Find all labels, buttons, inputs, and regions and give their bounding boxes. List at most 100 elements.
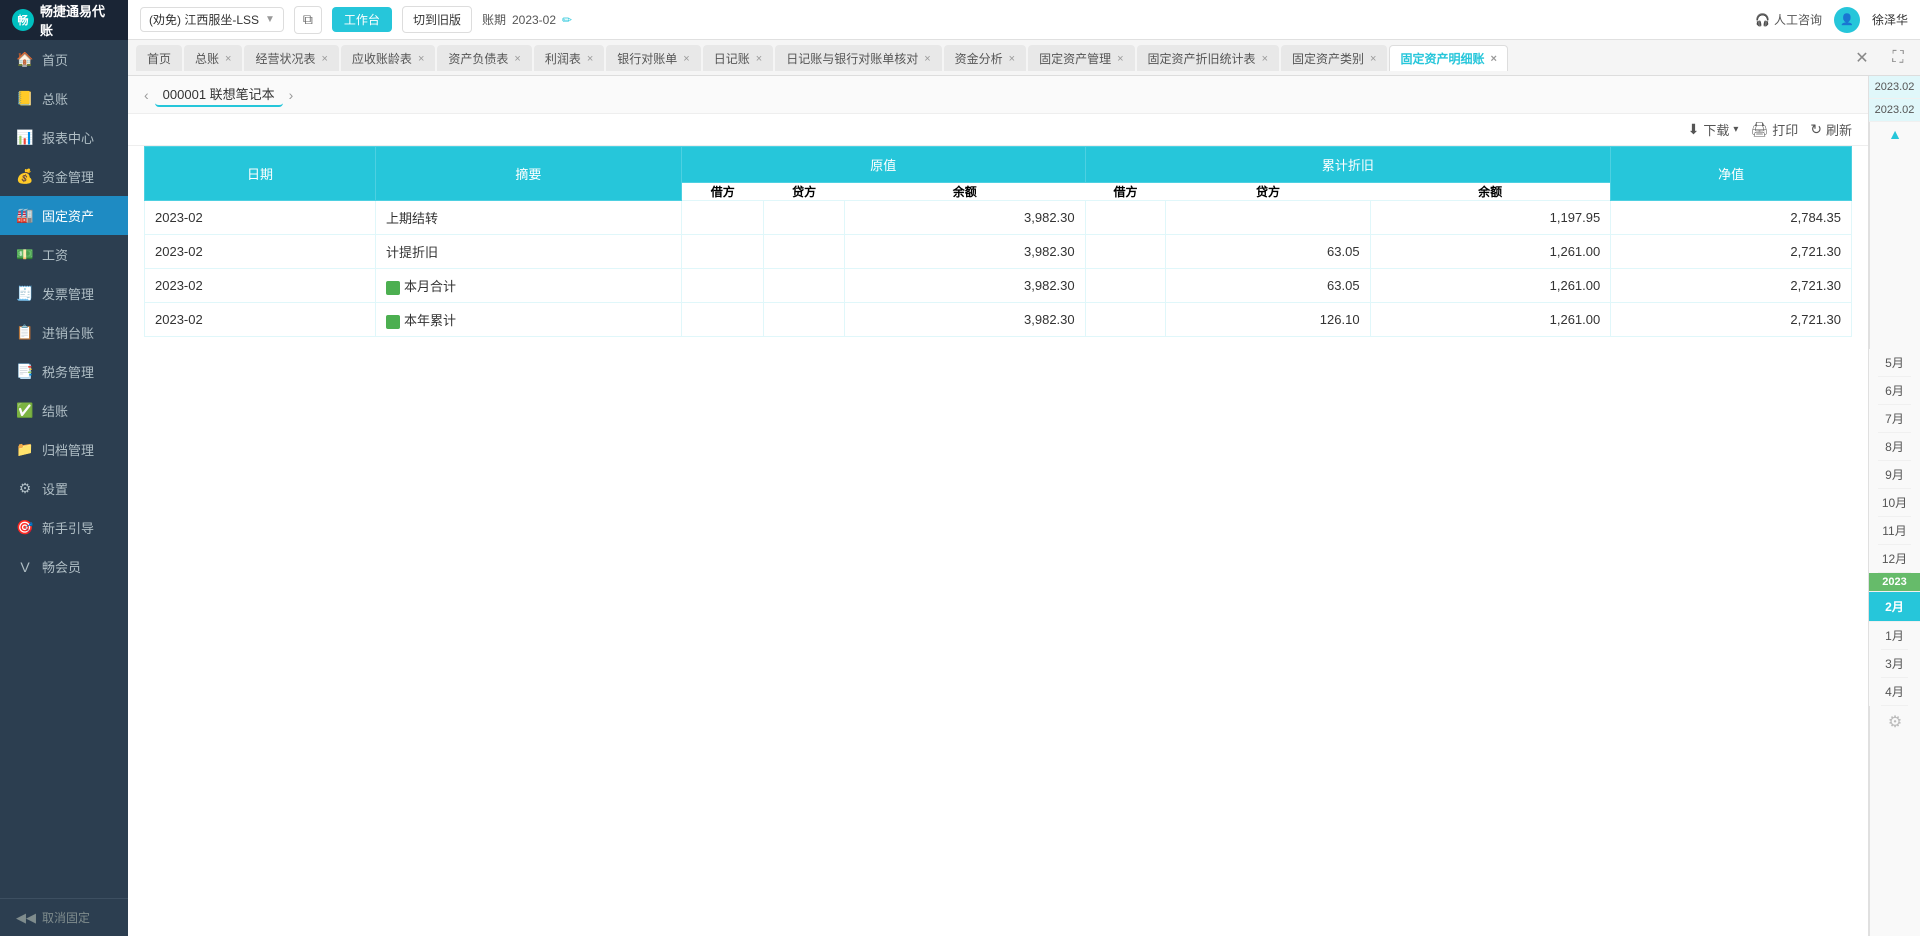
cell-balance1: 3,982.30 bbox=[844, 201, 1085, 235]
sidebar-item-fixed_assets[interactable]: 🏭固定资产 bbox=[0, 196, 128, 235]
tab-fund_analysis[interactable]: 资金分析× bbox=[944, 45, 1026, 71]
cell-credit1 bbox=[764, 269, 845, 303]
period-month-7月[interactable]: 7月 bbox=[1878, 405, 1911, 433]
period-month-8月[interactable]: 8月 bbox=[1878, 433, 1911, 461]
sidebar-item-payroll[interactable]: 💵工资 bbox=[0, 235, 128, 274]
tabbar-right-buttons: ✕ ⛶ bbox=[1848, 44, 1912, 72]
sidebar-item-settle[interactable]: ✅结账 bbox=[0, 391, 128, 430]
period-month-10月[interactable]: 10月 bbox=[1878, 489, 1911, 517]
expand-tab-icon[interactable]: ⛶ bbox=[1884, 44, 1912, 72]
company-selector[interactable]: (劝免) 江西服坐-LSS ▼ bbox=[140, 7, 284, 32]
period-nav-top2[interactable]: 2023.02 bbox=[1869, 99, 1920, 122]
sidebar-item-settings[interactable]: ⚙设置 bbox=[0, 469, 128, 508]
cell-summary: 本年累计 bbox=[375, 303, 681, 337]
tab-general[interactable]: 总账× bbox=[184, 45, 242, 71]
edit-icon[interactable]: ✏ bbox=[562, 13, 572, 27]
tab-close-assets[interactable]: × bbox=[514, 53, 520, 65]
up-arrow-icon[interactable]: ▲ bbox=[1869, 122, 1920, 349]
sidebar-label-home: 首页 bbox=[42, 50, 68, 69]
tab-bank[interactable]: 银行对账单× bbox=[606, 45, 700, 71]
customer-service-button[interactable]: 🎧 人工咨询 bbox=[1755, 11, 1822, 28]
chevron-down-icon: ▾ bbox=[1733, 124, 1738, 135]
period-month-12月[interactable]: 12月 bbox=[1878, 545, 1911, 573]
tab-status[interactable]: 经营状况表× bbox=[244, 45, 338, 71]
tab-journal[interactable]: 日记账× bbox=[703, 45, 773, 71]
tab-fa_mgmt[interactable]: 固定资产管理× bbox=[1028, 45, 1134, 71]
sidebar-label-vip: 畅会员 bbox=[42, 557, 81, 576]
sidebar-item-archive[interactable]: 📁归档管理 bbox=[0, 430, 128, 469]
refresh-button[interactable]: ↻ 刷新 bbox=[1810, 120, 1852, 139]
sidebar-label-newbie: 新手引导 bbox=[42, 518, 94, 537]
current-month[interactable]: 2月 bbox=[1869, 592, 1920, 622]
nav-back-icon[interactable]: ‹ bbox=[144, 87, 149, 103]
sidebar-item-newbie[interactable]: 🎯新手引导 bbox=[0, 508, 128, 547]
tab-close-fa_depr[interactable]: × bbox=[1262, 53, 1268, 65]
period-month-9月[interactable]: 9月 bbox=[1878, 461, 1911, 489]
tab-close-fa_detail[interactable]: × bbox=[1490, 53, 1496, 65]
download-button[interactable]: ⬇ 下载 ▾ bbox=[1688, 120, 1739, 139]
tab-close-bank[interactable]: × bbox=[683, 53, 689, 65]
avatar: 👤 bbox=[1834, 7, 1860, 33]
refresh-label: 刷新 bbox=[1826, 120, 1852, 139]
download-icon: ⬇ bbox=[1688, 121, 1700, 138]
period-nav-top1[interactable]: 2023.02 bbox=[1869, 76, 1920, 99]
cell-date: 2023-02 bbox=[145, 235, 376, 269]
tab-journal_bank[interactable]: 日记账与银行对账单核对× bbox=[775, 45, 941, 71]
settings-icon[interactable]: ⚙ bbox=[1869, 706, 1920, 936]
tab-close-fund_analysis[interactable]: × bbox=[1009, 53, 1015, 65]
tab-profit[interactable]: 利润表× bbox=[534, 45, 604, 71]
nav-forward-icon[interactable]: › bbox=[289, 87, 294, 103]
copy-icon[interactable]: ⧉ bbox=[294, 6, 322, 34]
tab-close-general[interactable]: × bbox=[225, 53, 231, 65]
tab-fa_depr[interactable]: 固定资产折旧统计表× bbox=[1137, 45, 1279, 71]
print-button[interactable]: 🖨 打印 bbox=[1750, 120, 1798, 139]
chevron-down-icon: ▼ bbox=[265, 14, 275, 25]
cell-credit1 bbox=[764, 303, 845, 337]
sidebar-label-payroll: 工资 bbox=[42, 245, 68, 264]
tab-fa_category[interactable]: 固定资产类别× bbox=[1281, 45, 1387, 71]
col-debit2: 借方 bbox=[1085, 183, 1166, 201]
switch-button[interactable]: 切到旧版 bbox=[402, 6, 472, 33]
tab-close-receivable[interactable]: × bbox=[418, 53, 424, 65]
sidebar-item-general[interactable]: 📒总账 bbox=[0, 79, 128, 118]
unpin-button[interactable]: ◀◀ 取消固定 bbox=[0, 898, 128, 936]
sidebar-item-capital[interactable]: 💰资金管理 bbox=[0, 157, 128, 196]
sidebar-label-sales: 进销台账 bbox=[42, 323, 94, 342]
detail-table: 日期 摘要 原值 累计折旧 净值 借方 贷方 余额 借方 贷方 余额 bbox=[144, 146, 1852, 337]
close-tab-icon[interactable]: ✕ bbox=[1848, 44, 1876, 72]
period-month-after-1月[interactable]: 1月 bbox=[1881, 622, 1908, 650]
tabbar: 首页总账×经营状况表×应收账龄表×资产负债表×利润表×银行对账单×日记账×日记账… bbox=[128, 40, 1920, 76]
action-bar: ⬇ 下载 ▾ 🖨 打印 ↻ 刷新 bbox=[128, 114, 1868, 146]
workbench-button[interactable]: 工作台 bbox=[332, 7, 392, 32]
sidebar-label-invoice: 发票管理 bbox=[42, 284, 94, 303]
tab-close-journal_bank[interactable]: × bbox=[924, 53, 930, 65]
sidebar-item-invoice[interactable]: 🧾发票管理 bbox=[0, 274, 128, 313]
tab-home[interactable]: 首页 bbox=[136, 45, 182, 71]
tab-fa_detail[interactable]: 固定资产明细账× bbox=[1389, 45, 1507, 71]
period-month-11月[interactable]: 11月 bbox=[1878, 517, 1911, 545]
tab-close-journal[interactable]: × bbox=[756, 53, 762, 65]
period-label: 账期 bbox=[482, 11, 506, 28]
col-accum-depr: 累计折旧 bbox=[1085, 147, 1611, 183]
period-month-6月[interactable]: 6月 bbox=[1878, 377, 1911, 405]
company-name: (劝免) 江西服坐-LSS bbox=[149, 11, 259, 28]
breadcrumb-item[interactable]: 000001 联想笔记本 bbox=[155, 82, 283, 107]
tab-close-fa_mgmt[interactable]: × bbox=[1117, 53, 1123, 65]
tab-assets[interactable]: 资产负债表× bbox=[437, 45, 531, 71]
sidebar-item-tax[interactable]: 📑税务管理 bbox=[0, 352, 128, 391]
tab-receivable[interactable]: 应收账龄表× bbox=[341, 45, 435, 71]
period-month-after-4月[interactable]: 4月 bbox=[1881, 678, 1908, 706]
sidebar-item-vip[interactable]: V畅会员 bbox=[0, 547, 128, 586]
sidebar-item-sales[interactable]: 📋进销台账 bbox=[0, 313, 128, 352]
sidebar-item-home[interactable]: 🏠首页 bbox=[0, 40, 128, 79]
sidebar-item-reports[interactable]: 📊报表中心 bbox=[0, 118, 128, 157]
sidebar-icon-capital: 💰 bbox=[16, 168, 34, 186]
tab-close-fa_category[interactable]: × bbox=[1370, 53, 1376, 65]
period-month-5月[interactable]: 5月 bbox=[1878, 349, 1911, 377]
tab-close-profit[interactable]: × bbox=[587, 53, 593, 65]
cell-balance1: 3,982.30 bbox=[844, 235, 1085, 269]
table-container: 日期 摘要 原值 累计折旧 净值 借方 贷方 余额 借方 贷方 余额 bbox=[128, 146, 1868, 936]
cell-debit2 bbox=[1085, 269, 1166, 303]
tab-close-status[interactable]: × bbox=[321, 53, 327, 65]
period-month-after-3月[interactable]: 3月 bbox=[1881, 650, 1908, 678]
